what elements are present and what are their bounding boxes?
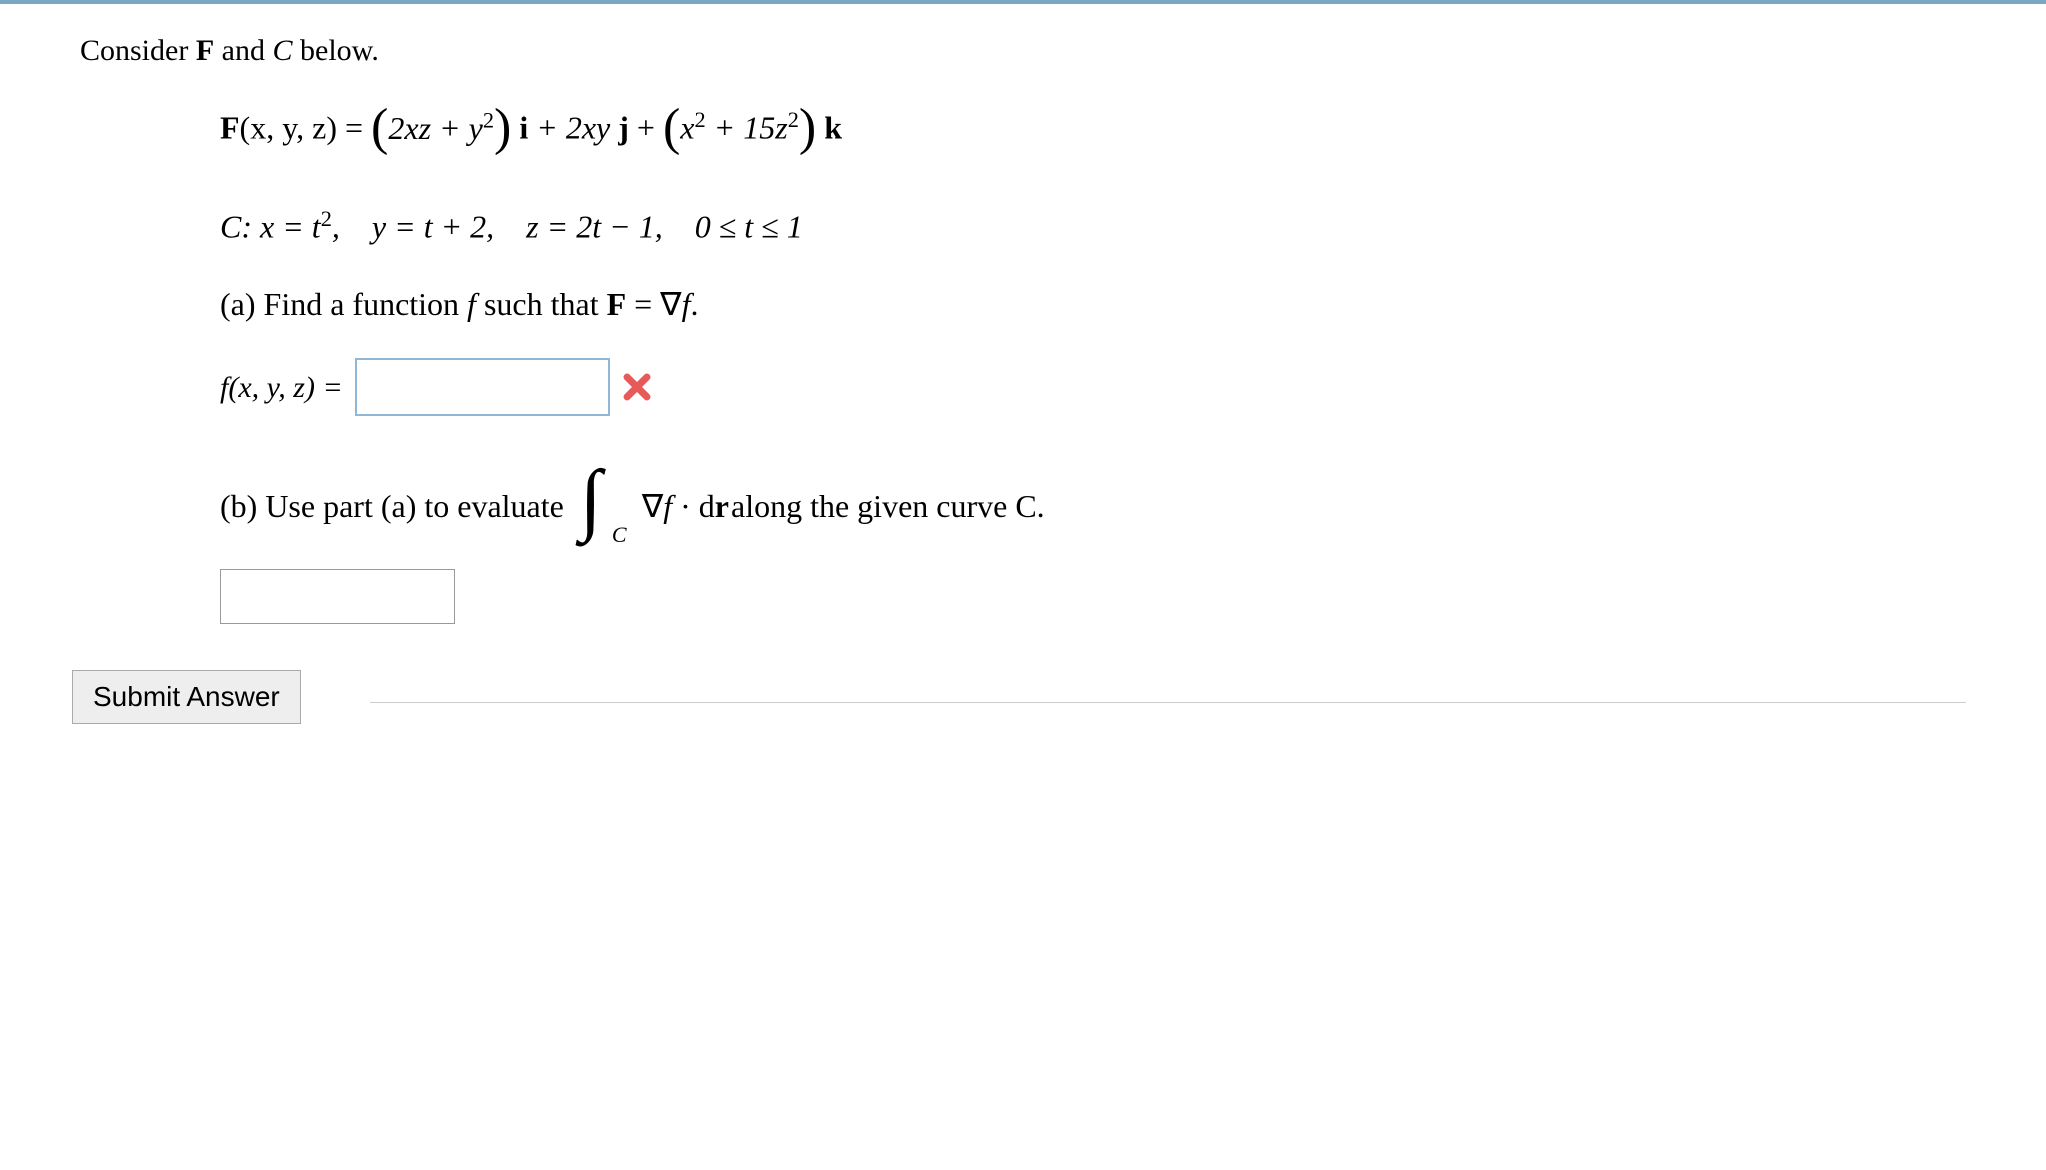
math-block: F(x, y, z) = (2xz + y2) i + 2xy j + (x2 … <box>220 103 1966 624</box>
pa-lbl-args: (x, y, z) = <box>228 371 342 404</box>
intro-suffix: below. <box>293 34 379 67</box>
lparen-2: ( <box>663 99 680 156</box>
grad: ∇ <box>642 488 663 524</box>
term1-sup: 2 <box>483 107 494 132</box>
footer-divider <box>370 702 1966 703</box>
part-a-input[interactable] <box>355 358 610 416</box>
plus-2xy: + 2xy <box>528 110 618 146</box>
x-term: x <box>680 110 694 146</box>
pa-prefix: (a) Find a function <box>220 286 467 322</box>
j-vec: j <box>618 110 629 146</box>
pb-r: r <box>715 488 729 524</box>
pa-eq: = ∇ <box>626 286 681 322</box>
pa-mid: such that <box>476 286 607 322</box>
intro-F: F <box>196 34 214 67</box>
submit-button[interactable]: Submit Answer <box>72 670 301 724</box>
incorrect-icon <box>620 370 654 404</box>
C-sup: 2 <box>321 206 332 231</box>
pb-f: f <box>663 488 672 524</box>
footer-area: Submit Answer <box>80 669 1966 724</box>
integral-symbol: ∫ C <box>584 471 634 541</box>
integral-glyph: ∫ <box>580 475 602 523</box>
mid-15z: + 15z <box>706 110 788 146</box>
integral-sub: C <box>612 518 627 551</box>
intro-text: Consider <box>80 34 196 67</box>
pa-f: f <box>467 286 476 322</box>
rparen-2: ) <box>799 99 816 156</box>
i-vec: i <box>511 110 528 146</box>
part-b-answer-row <box>220 561 1966 624</box>
rparen-1: ) <box>494 99 511 156</box>
question-intro: Consider F and C below. <box>80 34 1966 68</box>
x-sup: 2 <box>694 107 705 132</box>
plus2: + <box>629 110 663 146</box>
part-a-answer-row: f(x, y, z) = <box>220 358 1966 416</box>
pb-dot: · d <box>672 488 715 524</box>
equation-F: F(x, y, z) = (2xz + y2) i + 2xy j + (x2 … <box>220 103 1966 152</box>
C-mid: , y = t + 2, z = 2t − 1, 0 ≤ t ≤ 1 <box>332 208 803 244</box>
pa-dot: . <box>690 286 698 322</box>
question-container: Consider F and C below. F(x, y, z) = (2x… <box>0 4 2046 734</box>
intro-and: and <box>214 34 272 67</box>
k-vec: k <box>816 110 842 146</box>
C-prefix: C: x = t <box>220 208 321 244</box>
part-b-input[interactable] <box>220 569 455 624</box>
pb-suffix: along the given curve C. <box>731 482 1045 530</box>
F-term1: 2xz + y2 <box>388 110 494 146</box>
part-a-label: f(x, y, z) = <box>220 365 343 410</box>
intro-C: C <box>272 34 292 67</box>
part-b-question: (b) Use part (a) to evaluate ∫ C ∇f · dr… <box>220 471 1966 541</box>
F-args: (x, y, z) = <box>240 110 371 146</box>
equation-C: C: x = t2, y = t + 2, z = 2t − 1, 0 ≤ t … <box>220 202 1966 251</box>
integrand: ∇f · dr <box>642 482 729 530</box>
term1-text: 2xz + y <box>388 110 482 146</box>
part-a-question: (a) Find a function f such that F = ∇f. <box>220 280 1966 328</box>
F-symbol: F <box>220 110 240 146</box>
pa-F: F <box>607 286 627 322</box>
lparen-1: ( <box>371 99 388 156</box>
pb-prefix: (b) Use part (a) to evaluate <box>220 482 564 530</box>
z-sup: 2 <box>788 107 799 132</box>
